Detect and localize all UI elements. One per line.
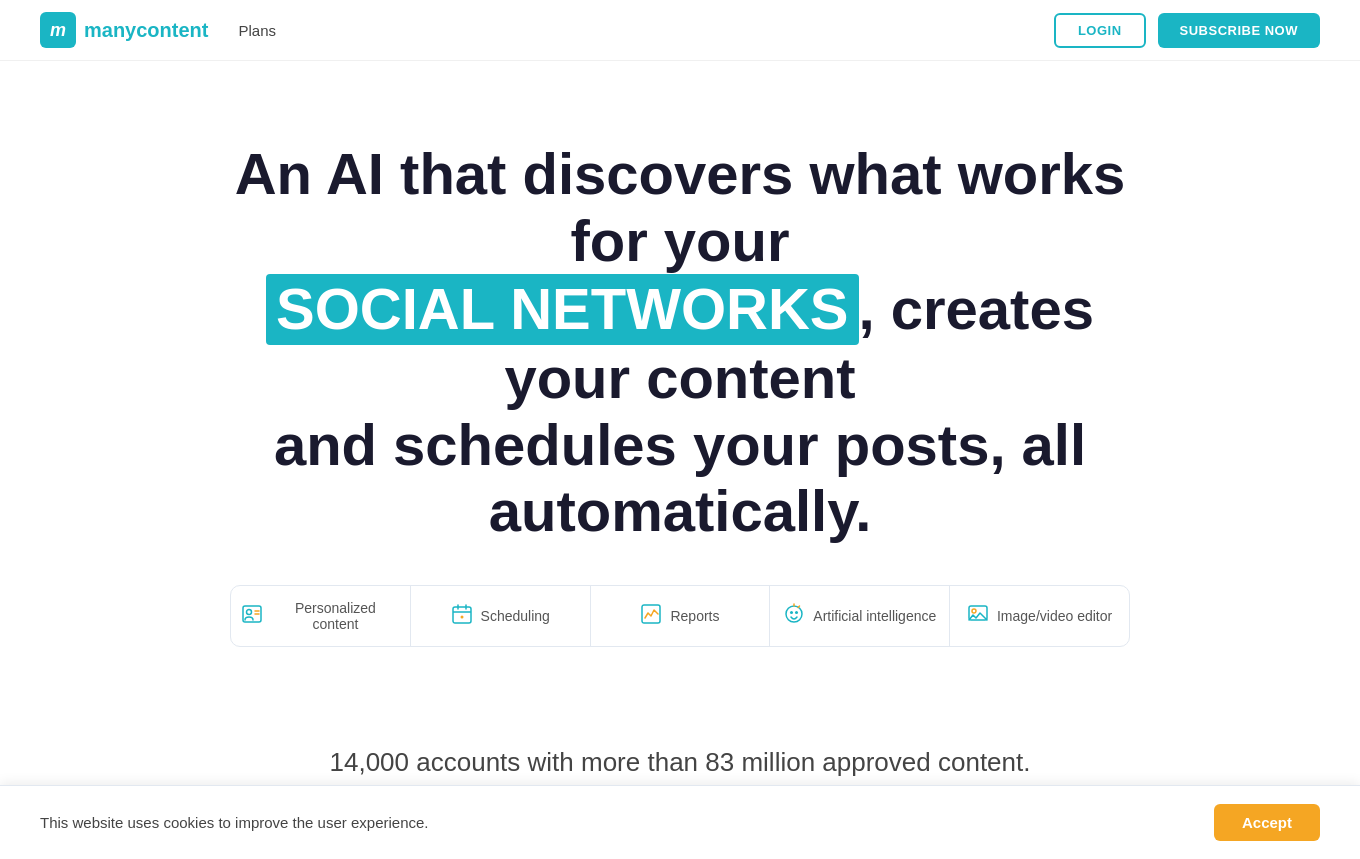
ai-label: Artificial intelligence [813, 608, 936, 624]
ai-icon [783, 603, 805, 630]
reports-label: Reports [670, 608, 719, 624]
tab-image-video-editor[interactable]: Image/video editor [950, 586, 1129, 646]
logo-icon: m [40, 12, 76, 48]
svg-point-8 [460, 615, 463, 618]
svg-point-11 [790, 611, 793, 614]
subscribe-nav-button[interactable]: SUBSCRIBE NOW [1158, 13, 1320, 48]
login-button[interactable]: LOGIN [1054, 13, 1146, 48]
tab-reports[interactable]: Reports [591, 586, 771, 646]
hero-section: An AI that discovers what works for your… [0, 61, 1360, 687]
accept-cookies-button[interactable]: Accept [1214, 804, 1320, 841]
hero-highlight: SOCIAL NETWORKS [266, 274, 859, 345]
hero-line3: and schedules your posts, all automatica… [274, 412, 1086, 544]
stats-text: 14,000 accounts with more than 83 millio… [40, 747, 1320, 778]
svg-point-16 [972, 609, 976, 613]
svg-rect-4 [453, 607, 471, 623]
cookie-text: This website uses cookies to improve the… [40, 814, 429, 831]
feature-tabs: Personalized content Scheduling [230, 585, 1130, 647]
nav-left: m manycontent Plans [40, 12, 276, 48]
tab-personalized-content[interactable]: Personalized content [231, 586, 411, 646]
nav-right: LOGIN SUBSCRIBE NOW [1054, 13, 1320, 48]
hero-headline: An AI that discovers what works for your… [230, 141, 1130, 545]
personalized-content-label: Personalized content [271, 600, 400, 632]
cookie-banner: This website uses cookies to improve the… [0, 785, 1360, 859]
navbar: m manycontent Plans LOGIN SUBSCRIBE NOW [0, 0, 1360, 61]
personalized-content-icon [241, 603, 263, 630]
svg-point-1 [247, 609, 252, 614]
scheduling-icon [451, 603, 473, 630]
svg-line-14 [798, 606, 800, 608]
logo-text: manycontent [84, 19, 208, 42]
plans-link[interactable]: Plans [238, 22, 276, 39]
tab-artificial-intelligence[interactable]: Artificial intelligence [770, 586, 950, 646]
hero-line1: An AI that discovers what works for your [235, 141, 1126, 273]
logo[interactable]: m manycontent [40, 12, 208, 48]
svg-point-12 [795, 611, 798, 614]
scheduling-label: Scheduling [481, 608, 550, 624]
editor-icon [967, 603, 989, 630]
reports-icon [640, 603, 662, 630]
editor-label: Image/video editor [997, 608, 1112, 624]
tab-scheduling[interactable]: Scheduling [411, 586, 591, 646]
